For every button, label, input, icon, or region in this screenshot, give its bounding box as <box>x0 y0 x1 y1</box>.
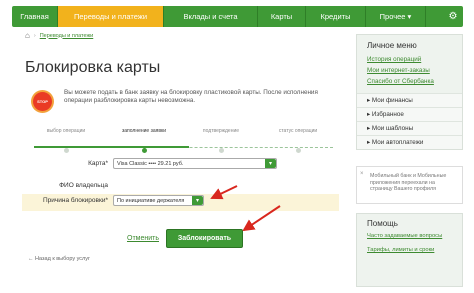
step-label: заполнение заявки <box>121 128 167 134</box>
stop-sign-icon: STOP <box>33 92 52 111</box>
personal-menu: Личное меню История операций Мои интерне… <box>356 34 463 150</box>
spasibo-link[interactable]: Спасибо от Сбербанка <box>357 76 462 87</box>
faq-link[interactable]: Часто задаваемые вопросы <box>357 232 462 241</box>
chevron-down-icon[interactable]: ▾ <box>192 196 203 205</box>
banner-text: Мобильный банк и Мобильные приложения пе… <box>370 173 447 192</box>
step-dot <box>63 148 69 153</box>
step-fill-request: заполнение заявки <box>104 128 184 153</box>
card-select-value: Visa Classic •••• 29.21 руб. <box>117 160 184 167</box>
reason-label: Причина блокировки* <box>42 197 108 204</box>
gear-icon[interactable]: ⚙ <box>443 6 463 27</box>
step-dot <box>218 148 224 153</box>
step-confirm: подтверждение <box>181 128 261 153</box>
block-card-button[interactable]: Заблокировать <box>166 229 243 248</box>
home-icon[interactable]: ⌂ <box>25 31 30 40</box>
close-icon[interactable]: × <box>360 171 364 178</box>
nav-cards[interactable]: Карты <box>258 6 306 27</box>
chevron-down-icon[interactable]: ▾ <box>265 159 276 168</box>
favorites-item[interactable]: ▸ Избранное <box>357 107 462 121</box>
progress-steps: выбор операции заполнение заявки подтвер… <box>26 128 341 158</box>
tariffs-link[interactable]: Тарифы, лимиты и сроки <box>357 246 462 255</box>
page-title: Блокировка карты <box>25 59 161 76</box>
info-text: Вы можете подать в банк заявку на блокир… <box>64 89 318 104</box>
reason-select[interactable]: По инициативе держателя ▾ <box>113 195 204 206</box>
history-link[interactable]: История операций <box>357 54 462 65</box>
back-link[interactable]: ← Назад к выбору услуг <box>28 256 90 262</box>
my-finances-item[interactable]: ▸ Мои финансы <box>357 93 462 107</box>
top-navigation: Главная Переводы и платежи Вклады и счет… <box>12 6 463 27</box>
mobile-bank-banner: × Мобильный банк и Мобильные приложения … <box>356 166 463 204</box>
reason-select-value: По инициативе держателя <box>117 197 185 204</box>
my-autopayments-item[interactable]: ▸ Мои автоплатежи <box>357 135 462 149</box>
help-panel: Помощь Часто задаваемые вопросы Тарифы, … <box>356 213 463 287</box>
step-label: подтверждение <box>202 128 240 134</box>
nav-transfers-payments[interactable]: Переводы и платежи <box>58 6 164 27</box>
nav-credits[interactable]: Кредиты <box>306 6 366 27</box>
nav-other[interactable]: Прочее ▾ <box>366 6 426 27</box>
my-templates-item[interactable]: ▸ Мои шаблоны <box>357 121 462 135</box>
step-status: статус операции <box>258 128 338 153</box>
breadcrumb-link[interactable]: Переводы и платежи <box>40 33 94 39</box>
breadcrumb-separator-icon: › <box>33 32 36 39</box>
card-select[interactable]: Visa Classic •••• 29.21 руб. ▾ <box>113 158 277 169</box>
holder-label: ФИО владельца <box>59 182 108 189</box>
nav-deposits-accounts[interactable]: Вклады и счета <box>164 6 258 27</box>
internet-orders-link[interactable]: Мои интернет-заказы <box>357 65 462 76</box>
step-dot <box>295 148 301 153</box>
breadcrumb: ⌂ › Переводы и платежи <box>25 31 93 40</box>
cancel-link[interactable]: Отменить <box>127 235 159 242</box>
personal-menu-title: Личное меню <box>367 41 417 50</box>
step-label: выбор операции <box>46 128 86 134</box>
card-label: Карта* <box>88 160 108 167</box>
nav-main[interactable]: Главная <box>12 6 58 27</box>
step-label: статус операции <box>278 128 318 134</box>
step-select-operation: выбор операции <box>26 128 106 153</box>
help-title: Помощь <box>367 219 398 228</box>
step-dot <box>141 148 147 153</box>
